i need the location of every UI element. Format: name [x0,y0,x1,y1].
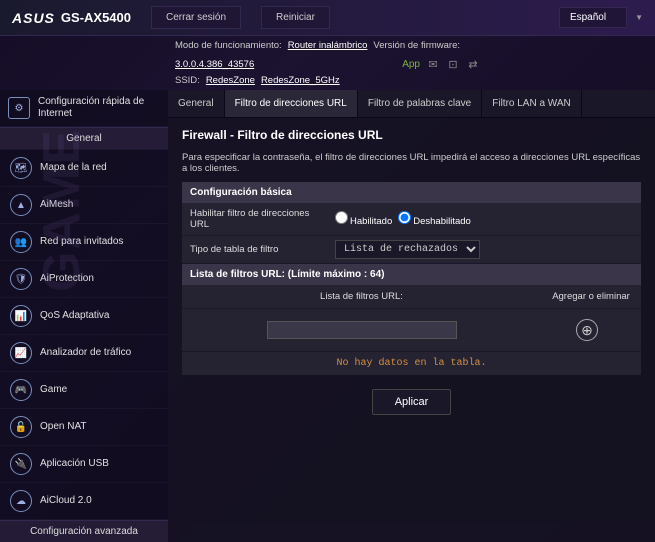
page-title: Firewall - Filtro de direcciones URL [182,128,641,142]
mode-label: Modo de funcionamiento: [175,40,282,51]
logo: ASUS GS-AX5400 [12,10,131,26]
basic-config-header: Configuración básica [182,182,641,203]
sidebar-item-label: Red para invitados [40,236,123,248]
sidebar-item-label: Mapa de la red [40,162,107,174]
radio-enabled-label[interactable]: Habilitado [335,211,392,227]
sidebar-item[interactable]: 🎮 Game [0,372,168,409]
apply-button[interactable]: Aplicar [372,389,452,415]
ssid-label: SSID: [175,75,200,86]
language-label: Español [570,12,606,23]
tab[interactable]: Filtro de direcciones URL [225,90,358,117]
tabs: GeneralFiltro de direcciones URLFiltro d… [168,90,655,118]
page-description: Para especificar la contraseña, el filtr… [182,152,641,174]
sidebar-item-label: Game [40,384,67,396]
sidebar-icon: 📈 [10,342,32,364]
brand-text: ASUS [12,10,55,26]
sidebar-quick-setup[interactable]: ⚙ Configuración rápida de Internet [0,90,168,127]
logout-button[interactable]: Cerrar sesión [151,6,241,29]
sidebar-icon: 🔓 [10,416,32,438]
table-type-select[interactable]: Lista de rechazados [335,240,480,259]
sidebar-item[interactable]: 🗺 Mapa de la red [0,150,168,187]
tab[interactable]: Filtro LAN a WAN [482,90,582,117]
chevron-down-icon: ▼ [635,13,643,22]
mode-link[interactable]: Router inalámbrico [288,40,368,51]
sidebar-icon: 🔌 [10,453,32,475]
ssid2-link[interactable]: RedesZone_5GHz [261,75,340,86]
sidebar-item-label: Aplicación USB [40,458,109,470]
col-url: Lista de filtros URL: [182,285,541,308]
sidebar-item-label: AiCloud 2.0 [40,495,92,507]
sidebar-icon: ▲ [10,194,32,216]
sidebar-item[interactable]: 📊 QoS Adaptativa [0,298,168,335]
usb-icon[interactable]: ⊡ [446,57,460,71]
fw-link[interactable]: 3.0.0.4.386_43576 [175,59,254,70]
radio-enabled[interactable] [335,211,348,224]
sidebar-item[interactable]: ▲ AiMesh [0,187,168,224]
sidebar-item-label: Analizador de tráfico [40,347,131,359]
empty-table-message: No hay datos en la tabla. [182,352,641,375]
header: ASUS GS-AX5400 Cerrar sesión Reiniciar E… [0,0,655,36]
language-selector[interactable]: Español [559,7,627,28]
sidebar-icon: 🗺 [10,157,32,179]
tab[interactable]: General [168,90,225,117]
notification-icon[interactable]: ✉ [426,57,440,71]
add-button[interactable]: ⊕ [576,319,598,341]
table-type-label: Tipo de tabla de filtro [182,239,327,260]
url-list-header: Lista de filtros URL: (Límite máximo : 6… [182,264,641,285]
ssid1-link[interactable]: RedesZone [206,75,255,86]
sidebar-icon: 👥 [10,231,32,253]
reboot-button[interactable]: Reiniciar [261,6,330,29]
sidebar-item-label: AiProtection [40,273,94,285]
tab[interactable]: Filtro de palabras clave [358,90,482,117]
sidebar-icon: 📊 [10,305,32,327]
url-input[interactable] [267,321,457,339]
sidebar-group-general: General [0,127,168,150]
sidebar-item[interactable]: ☁ AiCloud 2.0 [0,483,168,520]
sidebar-group-advanced: Configuración avanzada [0,520,168,542]
fw-label: Versión de firmware: [373,40,460,51]
sidebar-item-label: Open NAT [40,421,87,433]
sidebar-item-label: QoS Adaptativa [40,310,110,322]
main-content: GeneralFiltro de direcciones URLFiltro d… [168,90,655,542]
link-icon[interactable]: ⇄ [466,57,480,71]
sidebar-item[interactable]: 🛡 AiProtection [0,261,168,298]
radio-disabled[interactable] [398,211,411,224]
sidebar-item-label: AiMesh [40,199,73,211]
info-bar: Modo de funcionamiento: Router inalámbri… [0,36,655,75]
app-badge[interactable]: App [402,59,420,70]
info-bar-2: SSID: RedesZone RedesZone_5GHz [0,75,655,90]
sidebar-icon: ☁ [10,490,32,512]
gear-icon: ⚙ [8,97,30,119]
sidebar-item-label: Configuración rápida de Internet [38,96,160,120]
sidebar: ⚙ Configuración rápida de Internet Gener… [0,90,168,542]
sidebar-item[interactable]: 👥 Red para invitados [0,224,168,261]
sidebar-item[interactable]: 🔓 Open NAT [0,409,168,446]
sidebar-item[interactable]: 📈 Analizador de tráfico [0,335,168,372]
enable-filter-label: Habilitar filtro de direcciones URL [182,203,327,235]
sidebar-item[interactable]: 🔌 Aplicación USB [0,446,168,483]
sidebar-icon: 🛡 [10,268,32,290]
sidebar-icon: 🎮 [10,379,32,401]
radio-disabled-label[interactable]: Deshabilitado [398,211,471,227]
col-action: Agregar o eliminar [541,285,641,308]
model-text: GS-AX5400 [61,10,131,25]
